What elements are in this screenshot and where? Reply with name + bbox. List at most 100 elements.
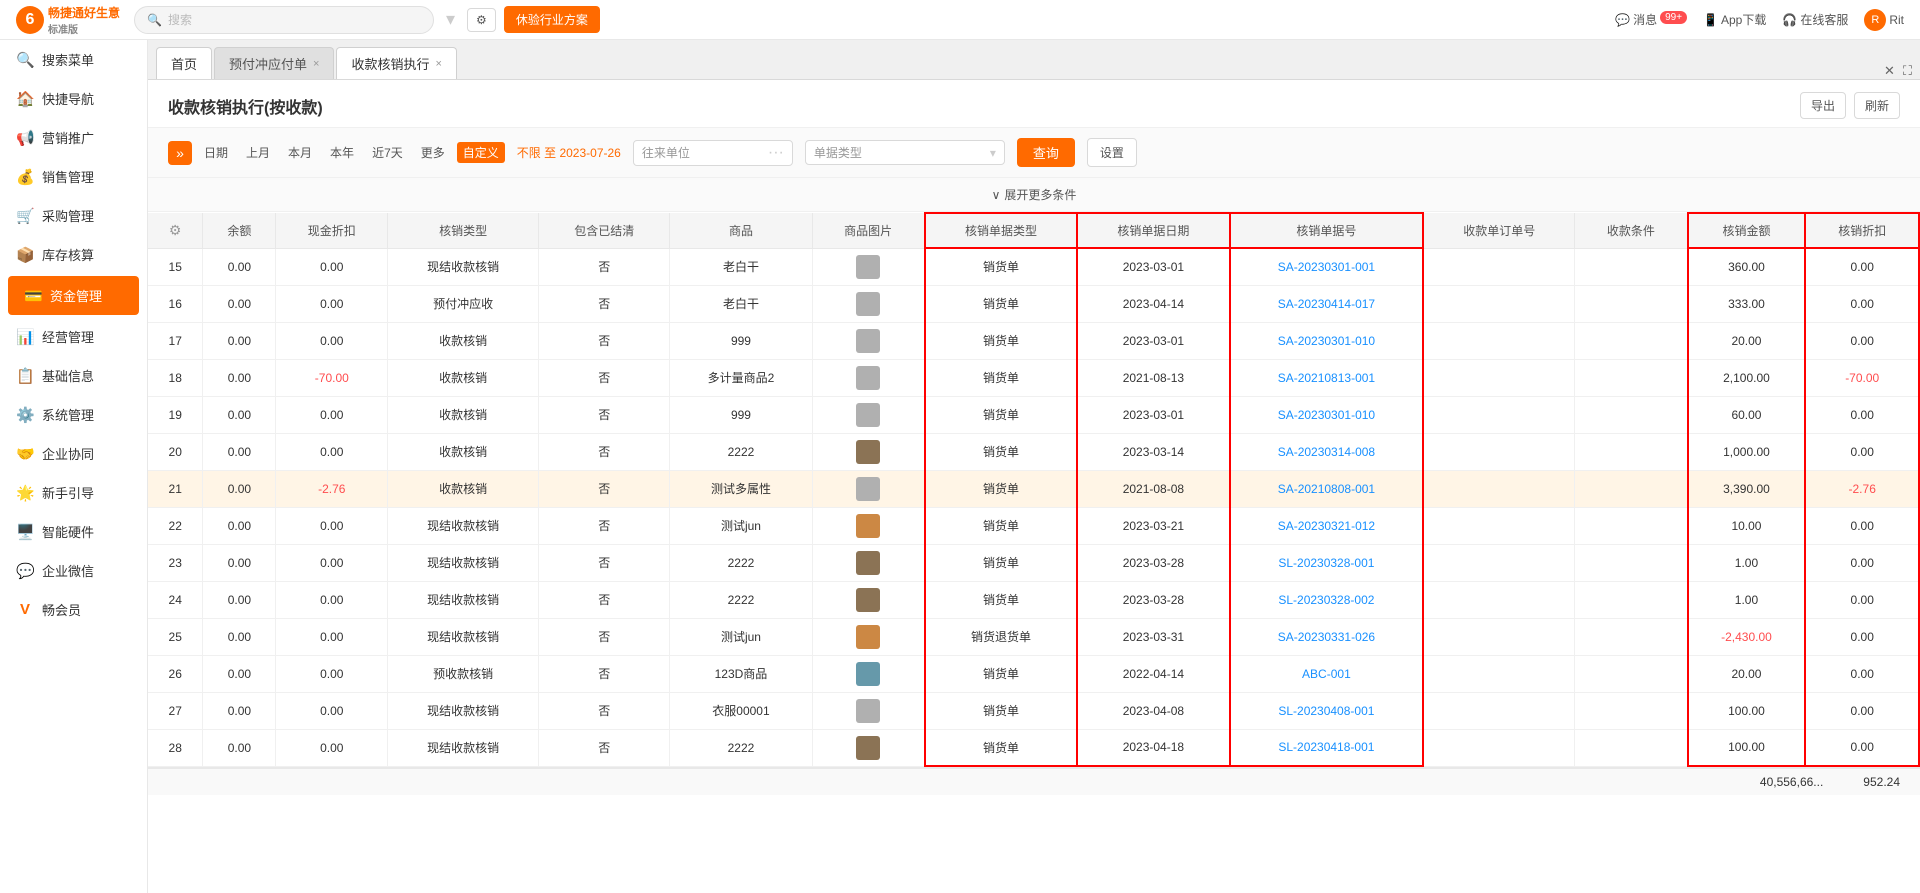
filter-collapse-btn[interactable]: » xyxy=(168,141,192,165)
cell-product: 测试jun xyxy=(670,507,812,544)
date-opt-more[interactable]: 更多 xyxy=(415,142,451,163)
sidebar-item-smart-hw[interactable]: 🖥️ 智能硬件 xyxy=(0,512,147,551)
sidebar-item-sales-mgmt[interactable]: 💰 销售管理 xyxy=(0,157,147,196)
date-options: 上月 本月 本年 近7天 更多 自定义 xyxy=(240,142,505,163)
cell-bill-no[interactable]: ABC-001 xyxy=(1230,655,1424,692)
cell-writeoff-amount: 100.00 xyxy=(1688,692,1806,729)
cell-receipt-order-no xyxy=(1423,470,1575,507)
sidebar-item-vip-member[interactable]: V 畅会员 xyxy=(0,590,147,629)
export-btn[interactable]: 导出 xyxy=(1800,92,1846,119)
cell-include-settled: 否 xyxy=(539,618,670,655)
cell-receipt-condition xyxy=(1575,507,1688,544)
query-btn[interactable]: 查询 xyxy=(1017,138,1075,167)
cell-seq: 24 xyxy=(148,581,203,618)
cell-receipt-condition xyxy=(1575,544,1688,581)
cell-cash-discount: 0.00 xyxy=(276,618,388,655)
th-gear[interactable]: ⚙ xyxy=(148,213,203,248)
tab-prepaid-label: 预付冲应付单 xyxy=(229,54,307,73)
refresh-btn[interactable]: 刷新 xyxy=(1854,92,1900,119)
date-opt-last-month[interactable]: 上月 xyxy=(240,142,276,163)
date-opt-7days[interactable]: 近7天 xyxy=(366,142,409,163)
date-opt-custom[interactable]: 自定义 xyxy=(457,142,505,163)
cell-seq: 19 xyxy=(148,396,203,433)
sidebar-item-corp-coop[interactable]: 🤝 企业协同 xyxy=(0,434,147,473)
sidebar-item-basic-info[interactable]: 📋 基础信息 xyxy=(0,356,147,395)
marketing-icon: 📢 xyxy=(16,129,34,147)
sidebar-label-quick-nav: 快捷导航 xyxy=(42,89,94,108)
cell-balance: 0.00 xyxy=(203,322,276,359)
app-download-btn[interactable]: 📱 App下载 xyxy=(1703,11,1766,28)
table-wrap[interactable]: ⚙ 余额 现金折扣 核销类型 包含已结清 商品 商品图片 核销单据类型 核销单据… xyxy=(148,212,1920,893)
cell-balance: 0.00 xyxy=(203,433,276,470)
tab-writeoff-close[interactable]: × xyxy=(435,58,441,70)
sidebar-item-quick-nav[interactable]: 🏠 快捷导航 xyxy=(0,79,147,118)
user-avatar[interactable]: R Rit xyxy=(1864,9,1904,31)
tab-maximize-icon[interactable]: ⛶ xyxy=(1903,63,1912,79)
cell-product: 2222 xyxy=(670,581,812,618)
sidebar-item-inventory[interactable]: 📦 库存核算 xyxy=(0,235,147,274)
cell-bill-no[interactable]: SL-20230328-001 xyxy=(1230,544,1424,581)
cell-product: 衣服00001 xyxy=(670,692,812,729)
cell-bill-no[interactable]: SL-20230418-001 xyxy=(1230,729,1424,766)
tab-writeoff[interactable]: 收款核销执行 × xyxy=(336,47,456,79)
sidebar-item-business-mgmt[interactable]: 📊 经营管理 xyxy=(0,317,147,356)
sidebar-item-marketing[interactable]: 📢 营销推广 xyxy=(0,118,147,157)
sidebar-item-finance-mgmt[interactable]: 💳 资金管理 xyxy=(8,276,139,315)
cell-balance: 0.00 xyxy=(203,655,276,692)
total-amount-value: 40,556,66... xyxy=(1760,775,1823,789)
table-gear-icon[interactable]: ⚙ xyxy=(169,222,182,238)
message-btn[interactable]: 💬 消息 99+ xyxy=(1615,11,1687,28)
cell-receipt-condition xyxy=(1575,581,1688,618)
cell-bill-date: 2023-04-18 xyxy=(1077,729,1229,766)
sidebar-item-corp-wechat[interactable]: 💬 企业微信 xyxy=(0,551,147,590)
online-service-btn[interactable]: 🎧 在线客服 xyxy=(1782,11,1848,28)
tab-prepaid[interactable]: 预付冲应付单 × xyxy=(214,47,334,79)
cell-bill-no[interactable]: SA-20210813-001 xyxy=(1230,359,1424,396)
cell-cash-discount: 0.00 xyxy=(276,729,388,766)
expand-conditions-btn[interactable]: ∨ 展开更多条件 xyxy=(980,182,1089,207)
cell-cash-discount: 0.00 xyxy=(276,285,388,322)
date-opt-this-year[interactable]: 本年 xyxy=(324,142,360,163)
settings-gear-btn[interactable]: ⚙ xyxy=(467,8,496,32)
cell-writeoff-type: 现结收款核销 xyxy=(388,507,539,544)
from-unit-filter[interactable]: 往来单位 ··· xyxy=(633,140,793,166)
cell-bill-no[interactable]: SA-20230314-008 xyxy=(1230,433,1424,470)
cell-bill-no[interactable]: SL-20230328-002 xyxy=(1230,581,1424,618)
header-actions: 导出 刷新 xyxy=(1800,92,1900,119)
cell-bill-type: 销货单 xyxy=(925,359,1077,396)
cell-bill-no[interactable]: SA-20230301-010 xyxy=(1230,396,1424,433)
cell-include-settled: 否 xyxy=(539,285,670,322)
tab-prepaid-close[interactable]: × xyxy=(313,58,319,70)
cell-bill-no[interactable]: SL-20230408-001 xyxy=(1230,692,1424,729)
sidebar-item-newbie-guide[interactable]: 🌟 新手引导 xyxy=(0,473,147,512)
cell-receipt-condition xyxy=(1575,655,1688,692)
tab-minimize-icon[interactable]: ✕ xyxy=(1884,63,1895,79)
cell-product: 999 xyxy=(670,396,812,433)
cell-bill-no[interactable]: SA-20230331-026 xyxy=(1230,618,1424,655)
cell-bill-no[interactable]: SA-20210808-001 xyxy=(1230,470,1424,507)
cell-seq: 22 xyxy=(148,507,203,544)
sidebar-item-purchase-mgmt[interactable]: 🛒 采购管理 xyxy=(0,196,147,235)
cell-bill-no[interactable]: SA-20230301-001 xyxy=(1230,248,1424,285)
cell-writeoff-discount: 0.00 xyxy=(1805,655,1919,692)
cell-balance: 0.00 xyxy=(203,544,276,581)
setting-btn[interactable]: 设置 xyxy=(1087,138,1137,167)
top-search-bar[interactable]: 🔍 搜索 xyxy=(134,6,434,34)
cell-writeoff-type: 预付冲应收 xyxy=(388,285,539,322)
sidebar-item-search-menu[interactable]: 🔍 搜索菜单 xyxy=(0,40,147,79)
date-opt-this-month[interactable]: 本月 xyxy=(282,142,318,163)
cell-bill-date: 2022-04-14 xyxy=(1077,655,1229,692)
cell-bill-no[interactable]: SA-20230301-010 xyxy=(1230,322,1424,359)
cell-receipt-order-no xyxy=(1423,359,1575,396)
cell-writeoff-type: 收款核销 xyxy=(388,396,539,433)
sidebar-item-sys-mgmt[interactable]: ⚙️ 系统管理 xyxy=(0,395,147,434)
cell-bill-date: 2023-03-01 xyxy=(1077,322,1229,359)
cell-seq: 26 xyxy=(148,655,203,692)
cell-bill-no[interactable]: SA-20230414-017 xyxy=(1230,285,1424,322)
filter-bar: » 日期 上月 本月 本年 近7天 更多 自定义 不限 至 2023-07-26… xyxy=(148,128,1920,178)
bill-type-filter[interactable]: 单据类型 ▾ xyxy=(805,140,1005,165)
cell-balance: 0.00 xyxy=(203,396,276,433)
cell-bill-no[interactable]: SA-20230321-012 xyxy=(1230,507,1424,544)
industry-btn[interactable]: 休验行业方案 xyxy=(504,6,600,33)
tab-home[interactable]: 首页 xyxy=(156,47,212,79)
